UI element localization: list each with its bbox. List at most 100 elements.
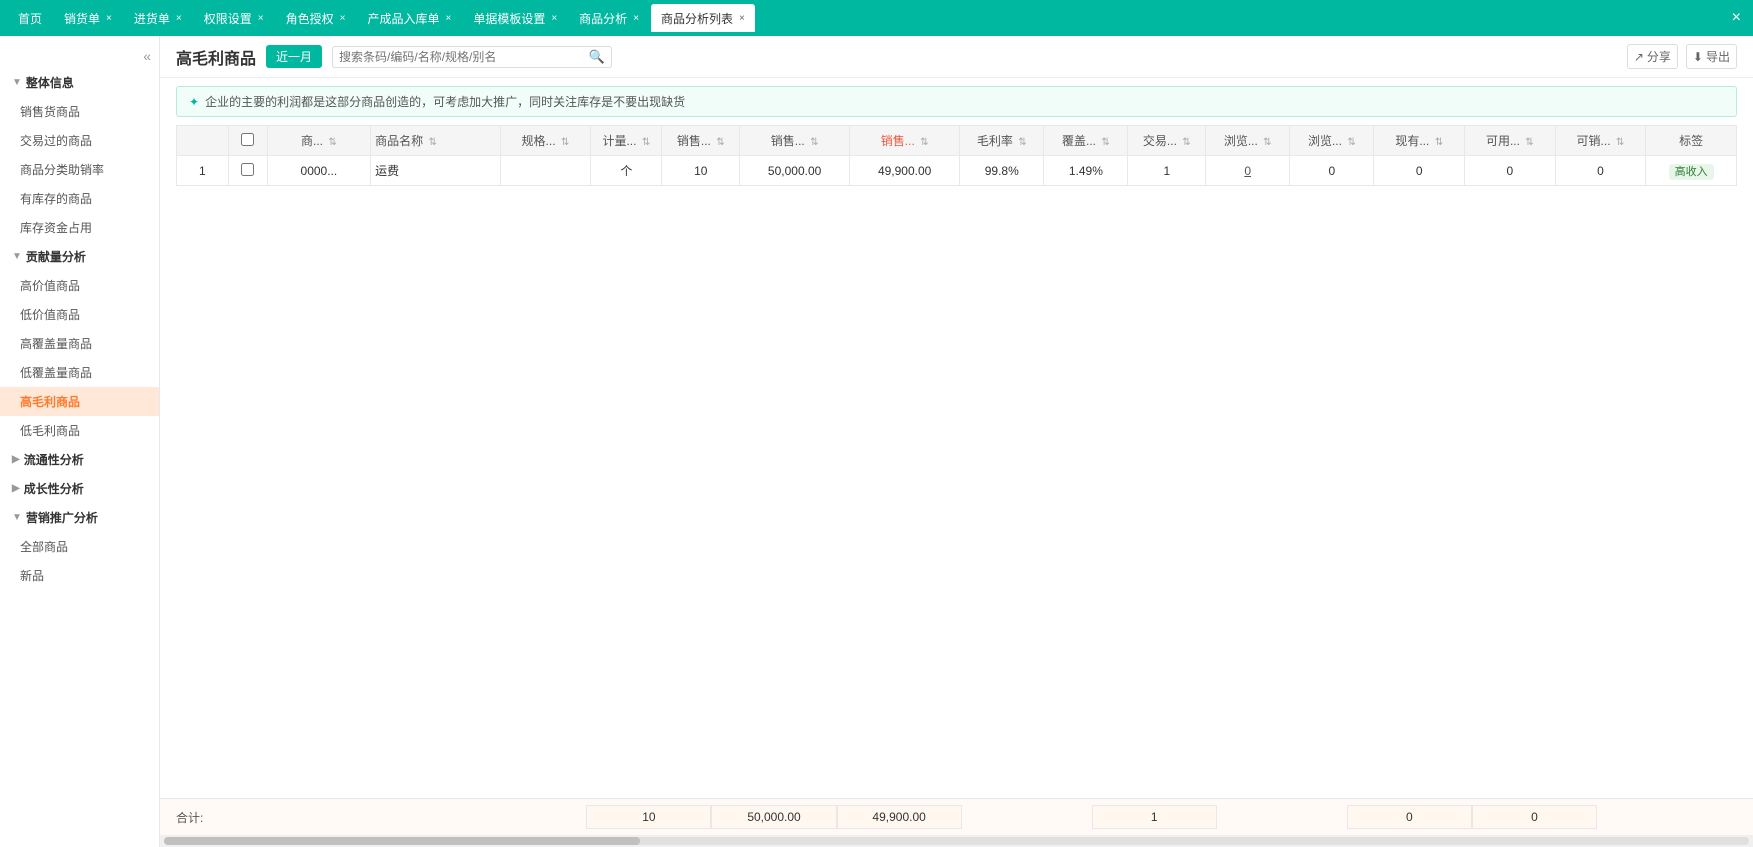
col-header-trans[interactable]: 交易... ⇅	[1128, 126, 1206, 156]
sidebar-section-contribution[interactable]: ▼ 贡献量分析	[0, 242, 159, 271]
footer-cell-stock: 0	[1347, 805, 1472, 829]
col-header-sales-cost[interactable]: 销售... ⇅	[850, 126, 960, 156]
arrow-icon-overall: ▼	[12, 77, 22, 88]
nav-tab-permission[interactable]: 权限设置 ×	[194, 4, 274, 32]
window-close-button[interactable]: ×	[1728, 5, 1745, 31]
col-header-stock-sale[interactable]: 可销... ⇅	[1555, 126, 1646, 156]
col-header-stock-avail[interactable]: 可用... ⇅	[1465, 126, 1556, 156]
col-header-sales-qty[interactable]: 销售... ⇅	[662, 126, 740, 156]
arrow-icon-contribution: ▼	[12, 251, 22, 262]
search-icon[interactable]: 🔍	[589, 49, 605, 65]
sort-icon-code: ⇅	[328, 137, 336, 148]
cell-sales-qty: 10	[662, 156, 740, 186]
close-tab-permission[interactable]: ×	[258, 13, 264, 24]
sidebar-section-growth[interactable]: ▶ 成长性分析	[0, 474, 159, 503]
sidebar-section-overall[interactable]: ▼ 整体信息	[0, 68, 159, 97]
share-icon: ↗	[1634, 50, 1644, 64]
nav-tab-role[interactable]: 角色授权 ×	[276, 4, 356, 32]
scrollbar-thumb[interactable]	[164, 837, 640, 845]
horizontal-scrollbar[interactable]	[160, 835, 1753, 847]
col-header-code[interactable]: 商... ⇅	[267, 126, 371, 156]
cell-name: 运费	[371, 156, 500, 186]
sidebar-item-low-value[interactable]: 低价值商品	[0, 300, 159, 329]
col-header-tag[interactable]: 标签	[1646, 126, 1737, 156]
sidebar-section-liquidity[interactable]: ▶ 流通性分析	[0, 445, 159, 474]
col-header-num	[177, 126, 229, 156]
sidebar-item-category-rate[interactable]: 商品分类助销率	[0, 155, 159, 184]
content-area: 高毛利商品 近一月 🔍 ↗ 分享 ⬇ 导出 ✦ 企业的主要的利润都是这部分商品创…	[160, 36, 1753, 847]
content-spacer	[160, 462, 1753, 799]
nav-tab-analysis[interactable]: 商品分析 ×	[569, 4, 649, 32]
close-tab-sales[interactable]: ×	[106, 13, 112, 24]
footer-cell-avail: 0	[1472, 805, 1597, 829]
close-tab-template[interactable]: ×	[551, 13, 557, 24]
cell-checkbox[interactable]	[228, 156, 267, 186]
export-button[interactable]: ⬇ 导出	[1686, 44, 1737, 69]
col-header-sales-amt[interactable]: 销售... ⇅	[740, 126, 850, 156]
close-tab-role[interactable]: ×	[340, 13, 346, 24]
nav-tab-home[interactable]: 首页	[8, 4, 52, 32]
footer-cell-cost: 49,900.00	[837, 805, 962, 829]
footer-cells: 10 50,000.00 49,900.00 1 0 0	[211, 805, 1737, 829]
cell-coverage: 1.49%	[1044, 156, 1128, 186]
sidebar-item-new-goods[interactable]: 新品	[0, 561, 159, 590]
cell-tag: 高收入	[1646, 156, 1737, 186]
nav-tab-sales[interactable]: 销货单 ×	[54, 4, 122, 32]
footer-cell-amt: 50,000.00	[711, 805, 836, 829]
cell-browse1[interactable]: 0	[1206, 156, 1290, 186]
col-header-coverage[interactable]: 覆盖... ⇅	[1044, 126, 1128, 156]
share-button[interactable]: ↗ 分享	[1627, 44, 1678, 69]
footer-spacer-check	[251, 805, 281, 829]
sidebar-item-high-margin[interactable]: 高毛利商品	[0, 387, 159, 416]
row-checkbox[interactable]	[241, 163, 254, 176]
col-header-unit[interactable]: 计量... ⇅	[591, 126, 662, 156]
cell-sales-amt: 50,000.00	[740, 156, 850, 186]
cell-sales-cost: 49,900.00	[850, 156, 960, 186]
col-header-gross-rate[interactable]: 毛利率 ⇅	[960, 126, 1044, 156]
sidebar-collapse-button[interactable]: «	[143, 48, 151, 64]
tag-badge: 高收入	[1669, 164, 1714, 180]
content-header: 高毛利商品 近一月 🔍 ↗ 分享 ⬇ 导出	[160, 36, 1753, 78]
col-header-browse1[interactable]: 浏览... ⇅	[1206, 126, 1290, 156]
cell-code: 0000...	[267, 156, 371, 186]
filter-recent-month-button[interactable]: 近一月	[266, 45, 322, 68]
nav-tab-inbound[interactable]: 产成品入库单 ×	[357, 4, 461, 32]
table-row: 1 0000... 运费 个 10 50,000.00 49,900.00 99…	[177, 156, 1737, 186]
cell-stock-sale: 0	[1555, 156, 1646, 186]
sort-icon-gross-rate: ⇅	[1018, 137, 1026, 148]
cell-row-num: 1	[177, 156, 229, 186]
sidebar: « ▼ 整体信息 销售货商品 交易过的商品 商品分类助销率 有库存的商品 库存资…	[0, 36, 160, 847]
sidebar-item-high-coverage[interactable]: 高覆盖量商品	[0, 329, 159, 358]
col-header-stock-cur[interactable]: 现有... ⇅	[1374, 126, 1465, 156]
sidebar-item-all-goods[interactable]: 全部商品	[0, 532, 159, 561]
search-input[interactable]	[339, 50, 589, 64]
sidebar-item-traded-goods[interactable]: 交易过的商品	[0, 126, 159, 155]
export-icon: ⬇	[1693, 50, 1703, 64]
col-header-checkbox[interactable]	[228, 126, 267, 156]
nav-tab-purchase[interactable]: 进货单 ×	[124, 4, 192, 32]
data-table: 商... ⇅ 商品名称 ⇅ 规格... ⇅ 计量...	[176, 125, 1737, 186]
sidebar-item-low-coverage[interactable]: 低覆盖量商品	[0, 358, 159, 387]
sidebar-item-high-value[interactable]: 高价值商品	[0, 271, 159, 300]
sidebar-item-sales-goods[interactable]: 销售货商品	[0, 97, 159, 126]
close-tab-purchase[interactable]: ×	[176, 13, 182, 24]
footer-spacer-cover	[1027, 805, 1092, 829]
footer-spacer-gross	[962, 805, 1027, 829]
col-header-name[interactable]: 商品名称 ⇅	[371, 126, 500, 156]
sidebar-item-stock-capital[interactable]: 库存资金占用	[0, 213, 159, 242]
sort-icon-stock-sale: ⇅	[1616, 137, 1624, 148]
select-all-checkbox[interactable]	[241, 133, 254, 146]
sidebar-item-low-margin[interactable]: 低毛利商品	[0, 416, 159, 445]
cell-gross-rate: 99.8%	[960, 156, 1044, 186]
col-header-browse2[interactable]: 浏览... ⇅	[1290, 126, 1374, 156]
nav-tab-template[interactable]: 单据模板设置 ×	[463, 4, 567, 32]
close-tab-inbound[interactable]: ×	[445, 13, 451, 24]
close-tab-analysis-list[interactable]: ×	[739, 13, 745, 24]
sidebar-item-stock-goods[interactable]: 有库存的商品	[0, 184, 159, 213]
col-header-spec[interactable]: 规格... ⇅	[500, 126, 591, 156]
scrollbar-track[interactable]	[164, 837, 1749, 845]
sort-icon-stock-cur: ⇅	[1435, 137, 1443, 148]
nav-tab-analysis-list[interactable]: 商品分析列表 ×	[651, 4, 755, 32]
sidebar-section-marketing[interactable]: ▼ 营销推广分析	[0, 503, 159, 532]
close-tab-analysis[interactable]: ×	[633, 13, 639, 24]
